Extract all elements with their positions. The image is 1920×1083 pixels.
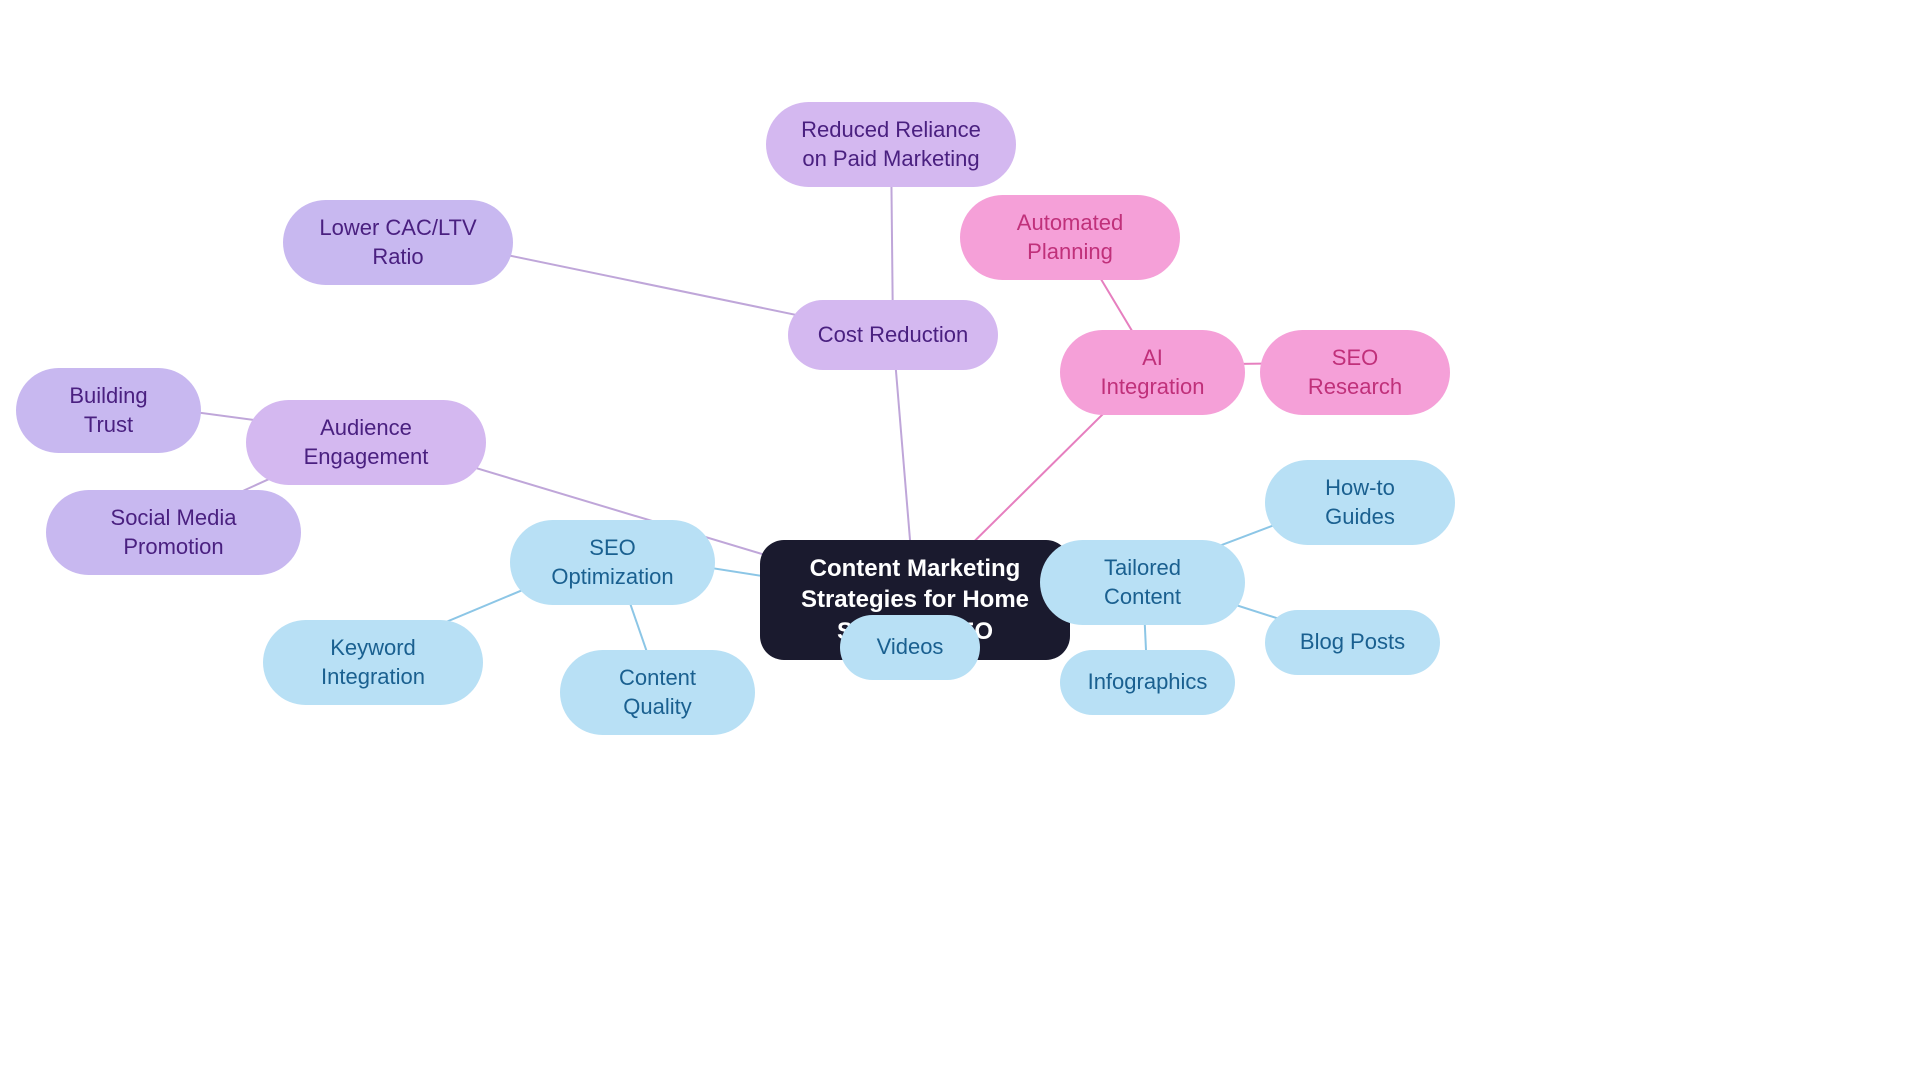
building-trust-node: Building Trust — [16, 368, 201, 453]
tailored-content-node: Tailored Content — [1040, 540, 1245, 625]
lower-cac-node: Lower CAC/LTV Ratio — [283, 200, 513, 285]
ai-integration-node: AI Integration — [1060, 330, 1245, 415]
cost-reduction-node: Cost Reduction — [788, 300, 998, 370]
how-to-guides-node: How-to Guides — [1265, 460, 1455, 545]
keyword-integration-node: Keyword Integration — [263, 620, 483, 705]
seo-research-node: SEO Research — [1260, 330, 1450, 415]
content-quality-node: Content Quality — [560, 650, 755, 735]
reduced-reliance-node: Reduced Reliance on Paid Marketing — [766, 102, 1016, 187]
videos-node: Videos — [840, 615, 980, 680]
social-media-node: Social Media Promotion — [46, 490, 301, 575]
seo-optimization-node: SEO Optimization — [510, 520, 715, 605]
infographics-node: Infographics — [1060, 650, 1235, 715]
mind-map: Content Marketing Strategies for Home Se… — [0, 0, 1920, 1083]
audience-engagement-node: Audience Engagement — [246, 400, 486, 485]
automated-planning-node: Automated Planning — [960, 195, 1180, 280]
blog-posts-node: Blog Posts — [1265, 610, 1440, 675]
